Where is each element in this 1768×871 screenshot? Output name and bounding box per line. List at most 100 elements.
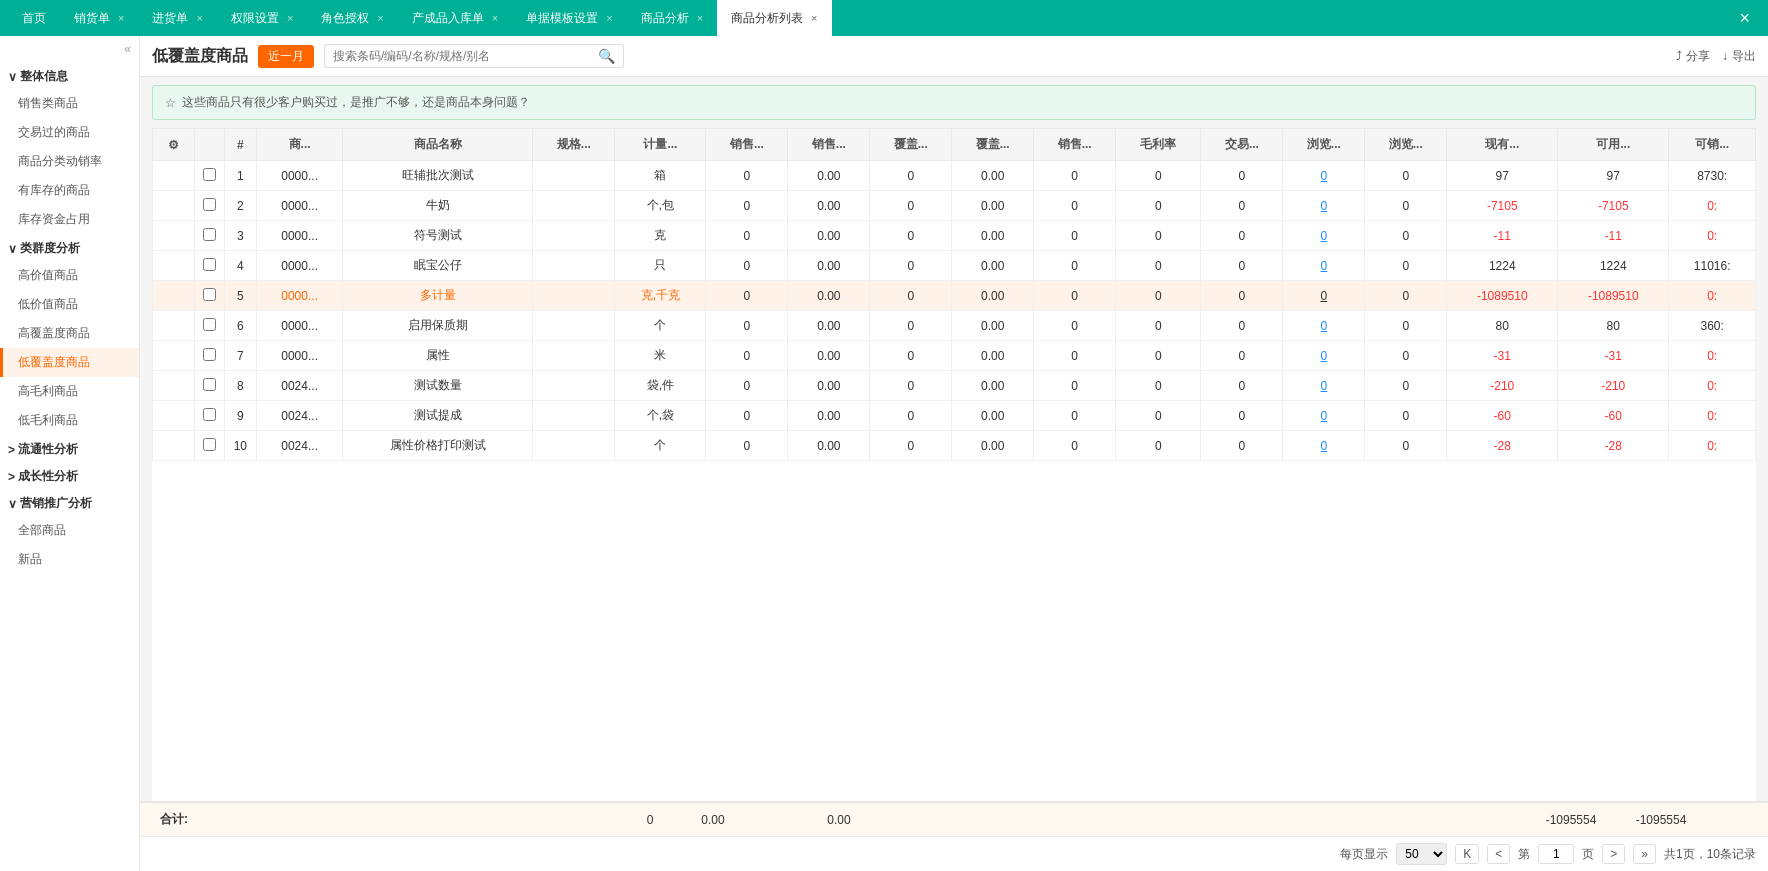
row-checkbox[interactable]	[203, 318, 216, 331]
close-icon[interactable]: ×	[377, 12, 383, 24]
sidebar-item-low-value[interactable]: 低价值商品	[0, 290, 139, 319]
sidebar-item-high-coverage[interactable]: 高覆盖度商品	[0, 319, 139, 348]
sidebar-group-growth[interactable]: > 成长性分析	[0, 462, 139, 489]
pagination-bar: 每页显示 50 100 200 K < 第 页 > » 共1页，10条记录	[140, 836, 1768, 871]
sidebar-item-inventory-capital[interactable]: 库存资金占用	[0, 205, 139, 234]
sidebar-item-high-margin[interactable]: 高毛利商品	[0, 377, 139, 406]
name-column-header[interactable]: 商品名称	[343, 129, 533, 161]
browse1-column-header[interactable]: 浏览...	[1283, 129, 1365, 161]
row-checkbox[interactable]	[203, 168, 216, 181]
search-icon[interactable]: 🔍	[598, 48, 615, 64]
saleable-column-header[interactable]: 可销...	[1669, 129, 1756, 161]
nav-product-warehouse[interactable]: 产成品入库单 ×	[398, 0, 512, 36]
name-cell[interactable]: 多计量	[343, 281, 533, 311]
sales-amount-column-header[interactable]: 销售...	[788, 129, 870, 161]
browse1-cell[interactable]: 0	[1283, 161, 1365, 191]
name-cell[interactable]: 旺辅批次测试	[343, 161, 533, 191]
close-icon[interactable]: ×	[287, 12, 293, 24]
sales-qty-column-header[interactable]: 销售...	[706, 129, 788, 161]
sales-qty-cell: 0	[706, 341, 788, 371]
nav-home[interactable]: 首页	[8, 0, 60, 36]
sidebar-item-new-products[interactable]: 新品	[0, 545, 139, 574]
coverage2-column-header[interactable]: 覆盖...	[952, 129, 1034, 161]
close-icon[interactable]: ×	[606, 12, 612, 24]
browse1-cell[interactable]: 0	[1283, 311, 1365, 341]
row-checkbox[interactable]	[203, 378, 216, 391]
nav-product-analysis[interactable]: 商品分析 ×	[627, 0, 717, 36]
spec-column-header[interactable]: 规格...	[533, 129, 615, 161]
name-cell[interactable]: 符号测试	[343, 221, 533, 251]
available-stock-column-header[interactable]: 可用...	[1558, 129, 1669, 161]
page-size-select[interactable]: 50 100 200	[1396, 843, 1447, 865]
code-column-header[interactable]: 商...	[256, 129, 343, 161]
sidebar-item-all-products[interactable]: 全部商品	[0, 516, 139, 545]
settings-column-header[interactable]: ⚙	[153, 129, 195, 161]
close-icon[interactable]: ×	[811, 12, 817, 24]
nav-permission-settings[interactable]: 权限设置 ×	[217, 0, 307, 36]
browse1-cell[interactable]: 0	[1283, 401, 1365, 431]
sidebar-group-cluster[interactable]: ∨ 类群度分析	[0, 234, 139, 261]
sidebar-item-stocked-products[interactable]: 有库存的商品	[0, 176, 139, 205]
sidebar-item-sales-products[interactable]: 销售类商品	[0, 89, 139, 118]
sidebar-collapse-button[interactable]: «	[0, 36, 139, 62]
share-button[interactable]: ⤴ 分享	[1676, 48, 1710, 65]
transaction-column-header[interactable]: 交易...	[1201, 129, 1283, 161]
nav-template-settings[interactable]: 单据模板设置 ×	[512, 0, 626, 36]
row-checkbox[interactable]	[203, 408, 216, 421]
row-checkbox[interactable]	[203, 228, 216, 241]
row-checkbox[interactable]	[203, 288, 216, 301]
sidebar-item-traded-products[interactable]: 交易过的商品	[0, 118, 139, 147]
search-input[interactable]	[333, 49, 593, 63]
first-page-button[interactable]: K	[1455, 844, 1479, 864]
browse2-cell: 0	[1365, 221, 1447, 251]
last-page-button[interactable]: »	[1633, 844, 1656, 864]
row-checkbox[interactable]	[203, 348, 216, 361]
gross-margin-column-header[interactable]: 毛利率	[1116, 129, 1201, 161]
current-stock-column-header[interactable]: 现有...	[1447, 129, 1558, 161]
close-icon[interactable]: ×	[196, 12, 202, 24]
browse1-cell[interactable]: 0	[1283, 341, 1365, 371]
close-icon[interactable]: ×	[118, 12, 124, 24]
unit-column-header[interactable]: 计量...	[615, 129, 706, 161]
browse1-cell[interactable]: 0	[1283, 221, 1365, 251]
sales3-cell: 0	[1034, 281, 1116, 311]
browse1-cell[interactable]: 0	[1283, 371, 1365, 401]
row-checkbox[interactable]	[203, 438, 216, 451]
sidebar-group-marketing[interactable]: ∨ 营销推广分析	[0, 489, 139, 516]
name-cell[interactable]: 牛奶	[343, 191, 533, 221]
sidebar-group-liquidity[interactable]: > 流通性分析	[0, 435, 139, 462]
page-number-input[interactable]	[1538, 844, 1574, 864]
name-cell[interactable]: 属性	[343, 341, 533, 371]
close-icon[interactable]: ×	[492, 12, 498, 24]
sidebar-item-low-margin[interactable]: 低毛利商品	[0, 406, 139, 435]
name-cell[interactable]: 启用保质期	[343, 311, 533, 341]
table-row: 2 0000... 牛奶 个,包 0 0.00 0 0.00 0 0 0 0 0…	[153, 191, 1756, 221]
sidebar-group-overall[interactable]: ∨ 整体信息	[0, 62, 139, 89]
nav-purchase-order[interactable]: 进货单 ×	[138, 0, 216, 36]
close-icon[interactable]: ×	[697, 12, 703, 24]
browse1-cell[interactable]: 0	[1283, 191, 1365, 221]
row-checkbox[interactable]	[203, 258, 216, 271]
name-cell[interactable]: 测试提成	[343, 401, 533, 431]
sidebar-item-low-coverage[interactable]: 低覆盖度商品	[0, 348, 139, 377]
nav-role-auth[interactable]: 角色授权 ×	[307, 0, 397, 36]
browse1-cell[interactable]: 0	[1283, 431, 1365, 461]
sales3-column-header[interactable]: 销售...	[1034, 129, 1116, 161]
name-cell[interactable]: 眠宝公仔	[343, 251, 533, 281]
nav-sales-order[interactable]: 销货单 ×	[60, 0, 138, 36]
close-all-button[interactable]: ×	[1729, 8, 1760, 29]
row-checkbox[interactable]	[203, 198, 216, 211]
name-cell[interactable]: 测试数量	[343, 371, 533, 401]
name-cell[interactable]: 属性价格打印测试	[343, 431, 533, 461]
sidebar-item-category-turnover[interactable]: 商品分类动销率	[0, 147, 139, 176]
nav-product-analysis-list[interactable]: 商品分析列表 ×	[717, 0, 831, 36]
sidebar-item-high-value[interactable]: 高价值商品	[0, 261, 139, 290]
browse1-cell[interactable]: 0	[1283, 281, 1365, 311]
browse2-column-header[interactable]: 浏览...	[1365, 129, 1447, 161]
browse1-cell[interactable]: 0	[1283, 251, 1365, 281]
export-button[interactable]: ↓ 导出	[1722, 48, 1756, 65]
prev-page-button[interactable]: <	[1487, 844, 1510, 864]
coverage1-column-header[interactable]: 覆盖...	[870, 129, 952, 161]
time-filter-button[interactable]: 近一月	[258, 45, 314, 68]
next-page-button[interactable]: >	[1602, 844, 1625, 864]
